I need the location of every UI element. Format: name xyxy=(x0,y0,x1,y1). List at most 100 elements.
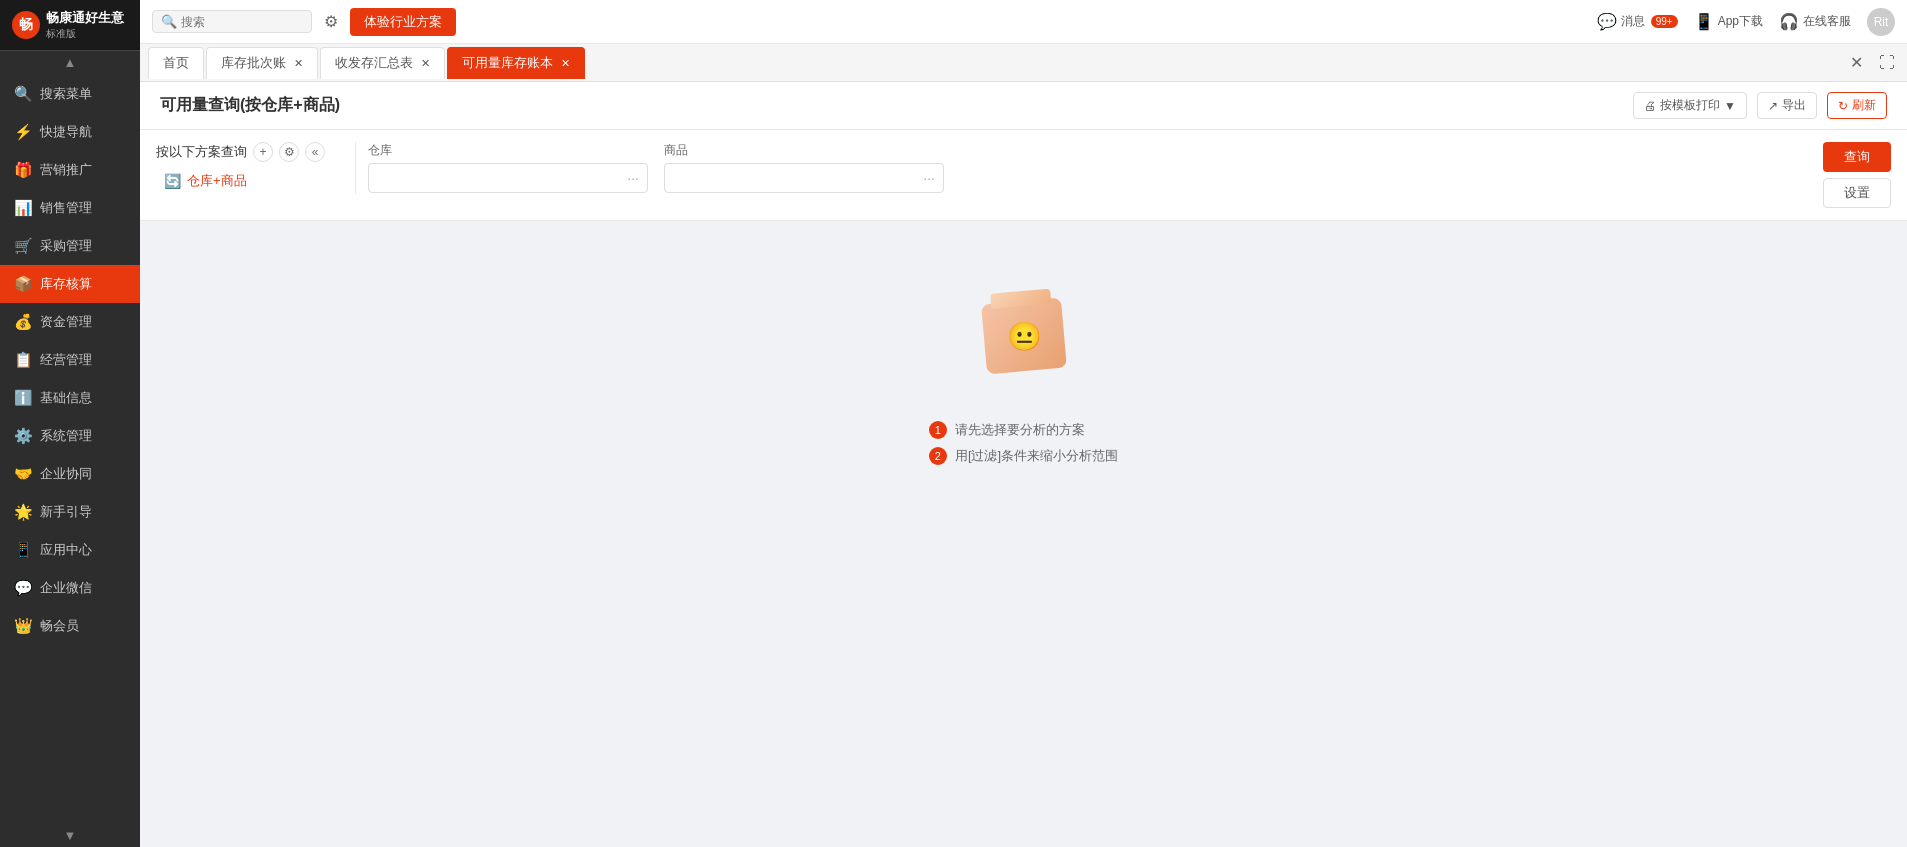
scheme-item-warehouse-goods[interactable]: 🔄 仓库+商品 xyxy=(156,168,339,194)
sidebar-scroll-up[interactable]: ▲ xyxy=(0,51,140,75)
export-icon: ↗ xyxy=(1768,99,1778,113)
topbar-user[interactable]: Rit xyxy=(1867,8,1895,36)
empty-illustration: 😐 xyxy=(964,301,1084,401)
trial-btn[interactable]: 体验行业方案 xyxy=(350,8,456,36)
quick-nav-icon: ⚡ xyxy=(14,123,32,141)
topbar-message[interactable]: 💬 消息 99+ xyxy=(1597,12,1678,31)
filter-area: 按以下方案查询 + ⚙ « 🔄 仓库+商品 仓库 ··· xyxy=(140,130,1907,221)
sidebar-item-purchase[interactable]: 🛒 采购管理 xyxy=(0,227,140,265)
export-btn[interactable]: ↗ 导出 xyxy=(1757,92,1817,119)
sidebar-item-guide[interactable]: 🌟 新手引导 xyxy=(0,493,140,531)
filter-scheme-header: 按以下方案查询 + ⚙ « xyxy=(156,142,339,162)
tab-home[interactable]: 首页 xyxy=(148,47,204,79)
refresh-icon: ↻ xyxy=(1838,99,1848,113)
print-btn[interactable]: 🖨 按模板打印 ▼ xyxy=(1633,92,1747,119)
sidebar-item-enterprise[interactable]: 🤝 企业协同 xyxy=(0,455,140,493)
topbar-left: 🔍 ⚙ 体验行业方案 xyxy=(152,8,1587,36)
refresh-btn[interactable]: ↻ 刷新 xyxy=(1827,92,1887,119)
filter-actions: 查询 设置 xyxy=(1823,142,1891,208)
warehouse-more-btn[interactable]: ··· xyxy=(627,170,639,186)
operation-icon: 📋 xyxy=(14,351,32,369)
tab-close-available-stock[interactable]: ✕ xyxy=(561,57,570,70)
topbar-right: 💬 消息 99+ 📱 App下载 🎧 在线客服 Rit xyxy=(1597,8,1895,36)
sidebar-item-marketing[interactable]: 🎁 营销推广 xyxy=(0,151,140,189)
topbar-search-icon: 🔍 xyxy=(161,14,177,29)
tab-batch-account[interactable]: 库存批次账 ✕ xyxy=(206,47,318,79)
tabs-expand-btn[interactable]: ⛶ xyxy=(1875,52,1899,74)
sidebar-item-search[interactable]: 🔍 搜索菜单 xyxy=(0,75,140,113)
topbar-online-service[interactable]: 🎧 在线客服 xyxy=(1779,12,1851,31)
empty-state: 😐 1 请先选择要分析的方案 2 用[过滤]条件来缩小分析范围 xyxy=(140,221,1907,545)
message-badge: 99+ xyxy=(1651,15,1678,28)
empty-hint-1: 1 请先选择要分析的方案 xyxy=(929,421,1118,439)
tab-close-stock-summary[interactable]: ✕ xyxy=(421,57,430,70)
page-actions: 🖨 按模板打印 ▼ ↗ 导出 ↻ 刷新 xyxy=(1633,92,1887,119)
print-icon: 🖨 xyxy=(1644,99,1656,113)
scheme-rotate-icon: 🔄 xyxy=(164,173,181,189)
box-face-icon: 😐 xyxy=(1006,320,1041,353)
finance-icon: 💰 xyxy=(14,313,32,331)
sidebar-item-finance[interactable]: 💰 资金管理 xyxy=(0,303,140,341)
warehouse-input[interactable] xyxy=(377,171,623,186)
scheme-collapse-btn[interactable]: « xyxy=(305,142,325,162)
filter-fields: 仓库 ··· 商品 ··· xyxy=(368,142,1811,193)
service-icon: 🎧 xyxy=(1779,12,1799,31)
empty-hints: 1 请先选择要分析的方案 2 用[过滤]条件来缩小分析范围 xyxy=(929,421,1118,465)
tabs-bar-actions: ✕ ⛶ xyxy=(1846,51,1899,74)
sidebar-item-system[interactable]: ⚙️ 系统管理 xyxy=(0,417,140,455)
tab-available-stock[interactable]: 可用量库存账本 ✕ xyxy=(447,47,585,79)
scheme-settings-btn[interactable]: ⚙ xyxy=(279,142,299,162)
guide-icon: 🌟 xyxy=(14,503,32,521)
query-btn[interactable]: 查询 xyxy=(1823,142,1891,172)
hint-num-1: 1 xyxy=(929,421,947,439)
sidebar-item-basic[interactable]: ℹ️ 基础信息 xyxy=(0,379,140,417)
goods-input[interactable] xyxy=(673,171,919,186)
inventory-icon: 📦 xyxy=(14,275,32,293)
sidebar-item-quick-nav[interactable]: ⚡ 快捷导航 xyxy=(0,113,140,151)
basic-icon: ℹ️ xyxy=(14,389,32,407)
sidebar-item-member[interactable]: 👑 畅会员 xyxy=(0,607,140,645)
sales-icon: 📊 xyxy=(14,199,32,217)
settings-btn[interactable]: 设置 xyxy=(1823,178,1891,208)
brand-icon: 畅 xyxy=(12,11,40,39)
goods-more-btn[interactable]: ··· xyxy=(923,170,935,186)
wechat-icon: 💬 xyxy=(14,579,32,597)
topbar-gear-icon[interactable]: ⚙ xyxy=(320,8,342,35)
page-header: 可用量查询(按仓库+商品) 🖨 按模板打印 ▼ ↗ 导出 ↻ 刷新 xyxy=(140,82,1907,130)
topbar-search-box[interactable]: 🔍 xyxy=(152,10,312,33)
sidebar-nav: 🔍 搜索菜单 ⚡ 快捷导航 🎁 营销推广 📊 销售管理 🛒 采购管理 📦 库存核… xyxy=(0,75,140,823)
sidebar-item-wechat[interactable]: 💬 企业微信 xyxy=(0,569,140,607)
app-center-icon: 📱 xyxy=(14,541,32,559)
tabs-close-btn[interactable]: ✕ xyxy=(1846,51,1867,74)
enterprise-icon: 🤝 xyxy=(14,465,32,483)
sidebar-item-sales[interactable]: 📊 销售管理 xyxy=(0,189,140,227)
purchase-icon: 🛒 xyxy=(14,237,32,255)
sidebar-item-inventory[interactable]: 📦 库存核算 xyxy=(0,265,140,303)
filter-field-warehouse: 仓库 ··· xyxy=(368,142,648,193)
filter-scheme: 按以下方案查询 + ⚙ « 🔄 仓库+商品 xyxy=(156,142,356,194)
sidebar-scroll-down[interactable]: ▼ xyxy=(0,823,140,847)
goods-input-box[interactable]: ··· xyxy=(664,163,944,193)
page-content: 可用量查询(按仓库+商品) 🖨 按模板打印 ▼ ↗ 导出 ↻ 刷新 xyxy=(140,82,1907,847)
scheme-add-btn[interactable]: + xyxy=(253,142,273,162)
brand-text: 畅康通好生意 标准版 xyxy=(46,10,124,40)
topbar-search-input[interactable] xyxy=(181,15,281,29)
print-dropdown-icon: ▼ xyxy=(1724,99,1736,113)
filter-field-goods: 商品 ··· xyxy=(664,142,944,193)
topbar-app-download[interactable]: 📱 App下载 xyxy=(1694,12,1763,31)
system-icon: ⚙️ xyxy=(14,427,32,445)
tab-stock-summary[interactable]: 收发存汇总表 ✕ xyxy=(320,47,445,79)
message-icon: 💬 xyxy=(1597,12,1617,31)
tabs-bar: 首页 库存批次账 ✕ 收发存汇总表 ✕ 可用量库存账本 ✕ ✕ ⛶ xyxy=(140,44,1907,82)
warehouse-input-box[interactable]: ··· xyxy=(368,163,648,193)
empty-box: 😐 xyxy=(981,298,1067,375)
topbar: 🔍 ⚙ 体验行业方案 💬 消息 99+ 📱 App下载 🎧 在线客服 xyxy=(140,0,1907,44)
sidebar-header: 畅 畅康通好生意 标准版 xyxy=(0,0,140,51)
sidebar: 畅 畅康通好生意 标准版 ▲ 🔍 搜索菜单 ⚡ 快捷导航 🎁 营销推广 📊 销售… xyxy=(0,0,140,847)
sidebar-item-operation[interactable]: 📋 经营管理 xyxy=(0,341,140,379)
member-icon: 👑 xyxy=(14,617,32,635)
sidebar-item-app-center[interactable]: 📱 应用中心 xyxy=(0,531,140,569)
tab-close-batch-account[interactable]: ✕ xyxy=(294,57,303,70)
page-title: 可用量查询(按仓库+商品) xyxy=(160,95,340,116)
empty-hint-2: 2 用[过滤]条件来缩小分析范围 xyxy=(929,447,1118,465)
